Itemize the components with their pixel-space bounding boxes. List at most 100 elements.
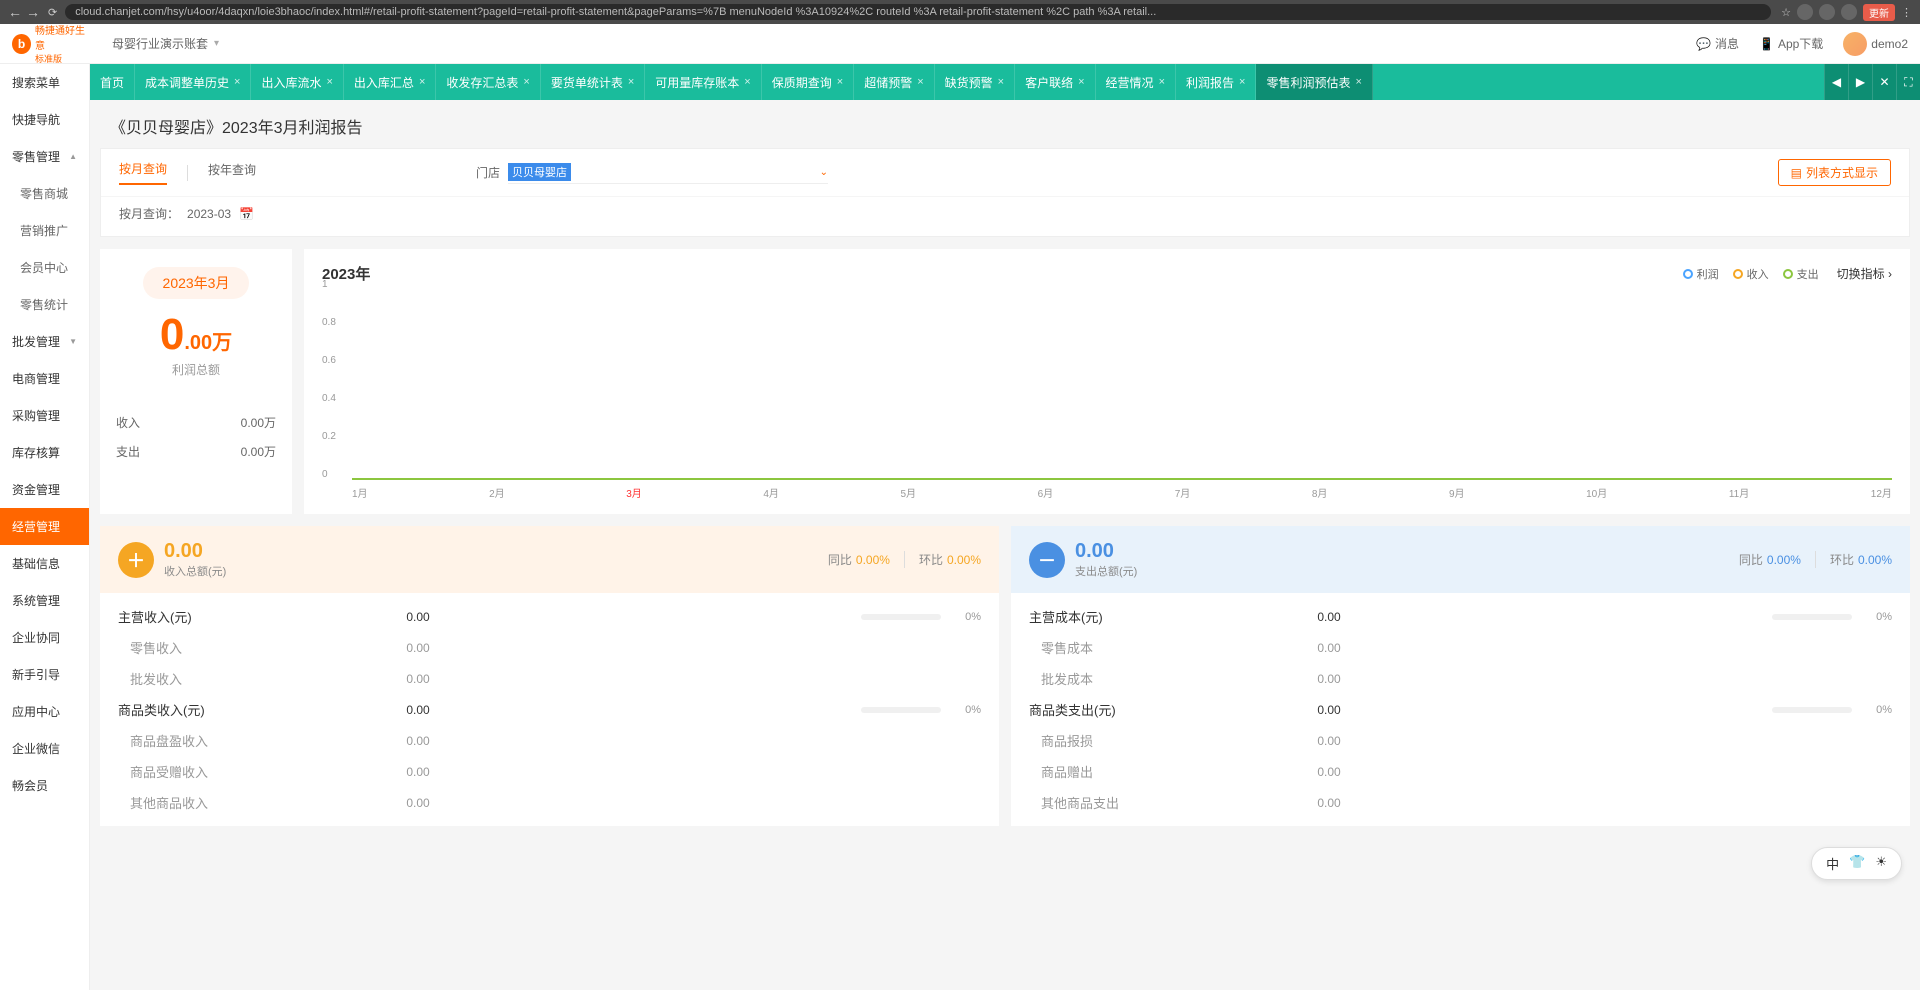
tab[interactable]: 收发存汇总表× xyxy=(436,64,540,100)
sidebar-item[interactable]: 采购管理 xyxy=(0,397,89,434)
sidebar-item[interactable]: 会员中心 xyxy=(0,249,89,286)
calendar-icon[interactable]: 📅 xyxy=(239,207,254,221)
ime-badge[interactable]: 中 👕 ☀ xyxy=(1811,847,1902,880)
legend-item[interactable]: 支出 xyxy=(1783,266,1819,282)
tabs-prev[interactable]: ◀ xyxy=(1824,64,1848,100)
x-tick[interactable]: 8月 xyxy=(1312,485,1328,500)
x-tick[interactable]: 4月 xyxy=(763,485,779,500)
store-selector[interactable]: 门店 贝贝母婴店 ⌄ xyxy=(476,161,828,184)
sidebar-item[interactable]: 电商管理 xyxy=(0,360,89,397)
url-bar[interactable]: cloud.chanjet.com/hsy/u4oor/4daqxn/loie3… xyxy=(65,4,1771,20)
logo-icon: b xyxy=(12,34,31,54)
tab[interactable]: 超储预警× xyxy=(854,64,934,100)
sidebar-item[interactable]: 零售商城 xyxy=(0,175,89,212)
forward-icon[interactable]: → xyxy=(26,4,40,20)
sidebar-item[interactable]: 企业微信 xyxy=(0,730,89,767)
update-button[interactable]: 更新 xyxy=(1863,4,1895,21)
tab[interactable]: 零售利润预估表× xyxy=(1256,64,1372,100)
tab[interactable]: 要货单统计表× xyxy=(541,64,645,100)
tabs-fullscreen[interactable]: ⛶ xyxy=(1896,64,1920,100)
sidebar-item[interactable]: 企业协同 xyxy=(0,619,89,656)
close-icon[interactable]: × xyxy=(326,76,332,88)
tabs-close-all[interactable]: ✕ xyxy=(1872,64,1896,100)
legend-item[interactable]: 利润 xyxy=(1683,266,1719,282)
sidebar-item-label: 应用中心 xyxy=(12,703,60,720)
sidebar-item[interactable]: 基础信息 xyxy=(0,545,89,582)
sidebar-item[interactable]: 经营管理 xyxy=(0,508,89,545)
close-icon[interactable]: × xyxy=(1078,76,1084,88)
row-value: 0.00 xyxy=(378,734,458,748)
switch-indicator-link[interactable]: 切换指标 › xyxy=(1837,265,1892,282)
tab[interactable]: 成本调整单历史× xyxy=(135,64,251,100)
x-tick[interactable]: 9月 xyxy=(1449,485,1465,500)
sidebar-item[interactable]: 库存核算 xyxy=(0,434,89,471)
sidebar-item[interactable]: 系统管理 xyxy=(0,582,89,619)
row-name: 其他商品支出 xyxy=(1029,793,1289,812)
tab[interactable]: 可用量库存账本× xyxy=(645,64,761,100)
row-percent: 0% xyxy=(949,611,981,623)
reload-icon[interactable]: ⟳ xyxy=(48,6,57,19)
messages-link[interactable]: 💬 消息 xyxy=(1696,35,1739,52)
x-tick[interactable]: 5月 xyxy=(901,485,917,500)
tab[interactable]: 保质期查询× xyxy=(762,64,854,100)
x-tick[interactable]: 11月 xyxy=(1729,485,1749,500)
y-tick: 0.8 xyxy=(322,317,336,328)
tab[interactable]: 缺货预警× xyxy=(935,64,1015,100)
close-icon[interactable]: × xyxy=(1159,76,1165,88)
tab[interactable]: 首页 xyxy=(90,64,135,100)
tab-label: 首页 xyxy=(100,74,124,91)
app-download-link[interactable]: 📱 App下载 xyxy=(1759,35,1823,52)
tab[interactable]: 出入库流水× xyxy=(251,64,343,100)
row-percent: 0% xyxy=(1860,611,1892,623)
close-icon[interactable]: × xyxy=(523,76,529,88)
x-tick[interactable]: 10月 xyxy=(1586,485,1607,500)
close-icon[interactable]: × xyxy=(917,76,923,88)
close-icon[interactable]: × xyxy=(837,76,843,88)
sidebar-item[interactable]: 快捷导航 xyxy=(0,101,89,138)
sidebar-item[interactable]: 畅会员 xyxy=(0,767,89,804)
close-icon[interactable]: × xyxy=(744,76,750,88)
close-icon[interactable]: × xyxy=(998,76,1004,88)
ext-icon-1[interactable] xyxy=(1797,4,1813,20)
x-tick[interactable]: 2月 xyxy=(489,485,505,500)
logo[interactable]: b 畅捷通好生意 标准版 xyxy=(12,22,92,65)
legend-item[interactable]: 收入 xyxy=(1733,266,1769,282)
back-icon[interactable]: ← xyxy=(8,4,22,20)
sidebar-item-label: 零售管理 xyxy=(12,148,60,165)
menu-icon[interactable]: ⋮ xyxy=(1901,6,1912,19)
x-tick[interactable]: 7月 xyxy=(1175,485,1191,500)
sidebar-item[interactable]: 零售统计 xyxy=(0,286,89,323)
ext-icon-2[interactable] xyxy=(1819,4,1835,20)
close-icon[interactable]: × xyxy=(234,76,240,88)
sidebar-item[interactable]: 新手引导 xyxy=(0,656,89,693)
filter-tab-monthly[interactable]: 按月查询 xyxy=(119,160,167,185)
sidebar-item-label: 库存核算 xyxy=(12,444,60,461)
tab[interactable]: 经营情况× xyxy=(1096,64,1176,100)
row-percent: 0% xyxy=(1860,704,1892,716)
ext-icon-3[interactable] xyxy=(1841,4,1857,20)
x-tick[interactable]: 6月 xyxy=(1038,485,1054,500)
list-mode-button[interactable]: ▤ 列表方式显示 xyxy=(1778,159,1891,186)
sidebar-item[interactable]: 营销推广 xyxy=(0,212,89,249)
sidebar-item[interactable]: 资金管理 xyxy=(0,471,89,508)
filter-tab-yearly[interactable]: 按年查询 xyxy=(208,161,256,184)
close-icon[interactable]: × xyxy=(419,76,425,88)
x-tick[interactable]: 12月 xyxy=(1871,485,1892,500)
sidebar-item[interactable]: 应用中心 xyxy=(0,693,89,730)
x-tick[interactable]: 3月 xyxy=(626,485,642,500)
user-menu[interactable]: demo2 xyxy=(1843,32,1908,56)
tab[interactable]: 利润报告× xyxy=(1176,64,1256,100)
tab[interactable]: 客户联络× xyxy=(1015,64,1095,100)
star-icon[interactable]: ☆ xyxy=(1781,6,1791,19)
close-icon[interactable]: × xyxy=(1355,76,1361,88)
y-tick: 0.2 xyxy=(322,431,336,442)
sidebar-item[interactable]: 搜索菜单 xyxy=(0,64,89,101)
sidebar-item[interactable]: 批发管理▼ xyxy=(0,323,89,360)
close-icon[interactable]: × xyxy=(1239,76,1245,88)
x-tick[interactable]: 1月 xyxy=(352,485,368,500)
close-icon[interactable]: × xyxy=(628,76,634,88)
sidebar-item[interactable]: 零售管理▲ xyxy=(0,138,89,175)
tabs-next[interactable]: ▶ xyxy=(1848,64,1872,100)
account-selector[interactable]: 母婴行业演示账套 ▾ xyxy=(112,35,219,52)
tab[interactable]: 出入库汇总× xyxy=(344,64,436,100)
